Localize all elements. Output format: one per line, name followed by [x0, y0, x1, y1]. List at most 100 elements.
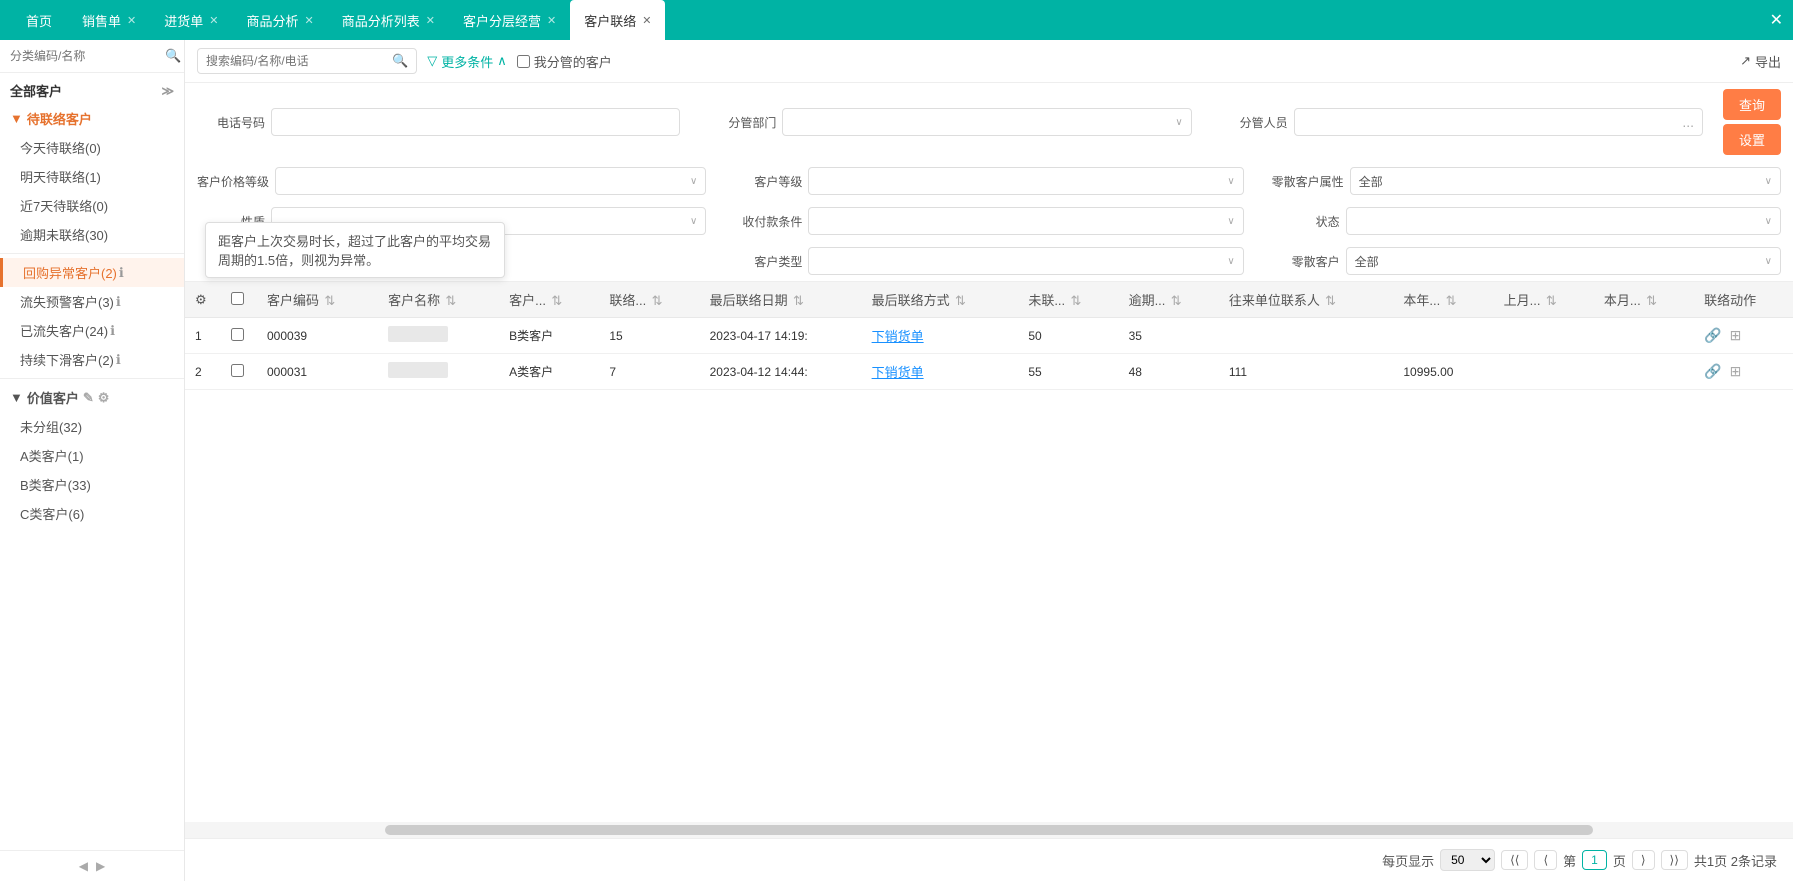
row1-checkbox[interactable] — [221, 318, 257, 354]
per-page-select[interactable]: 50 100 200 — [1440, 849, 1495, 871]
nav-tab-customer-mgmt[interactable]: 客户分层经营 ✕ — [449, 0, 570, 40]
scatter-attr-select[interactable]: 全部 ∨ — [1350, 167, 1781, 195]
col-last-contact-date[interactable]: 最后联络日期 ⇅ — [700, 282, 862, 318]
sort-last-contact-method-icon[interactable]: ⇅ — [955, 293, 966, 308]
close-tab-analysis-list[interactable]: ✕ — [426, 14, 435, 27]
row2-last-method[interactable]: 下销货单 — [862, 354, 1019, 390]
nav-home[interactable]: 首页 — [10, 0, 68, 40]
close-tab-purchase[interactable]: ✕ — [209, 14, 218, 27]
sidebar-item-class-a[interactable]: A类客户(1) — [0, 441, 184, 470]
sidebar-item-lost-customers[interactable]: 已流失客户(24) ℹ — [0, 316, 184, 345]
customer-level-select[interactable]: ∨ — [808, 167, 1243, 195]
first-page-button[interactable]: ⟨⟨ — [1501, 850, 1528, 870]
col-last-month[interactable]: 上月... ⇅ — [1494, 282, 1594, 318]
col-customer-code[interactable]: 客户编码 ⇅ — [257, 282, 378, 318]
col-settings[interactable]: ⚙ — [185, 282, 221, 318]
col-contact-count[interactable]: 联络... ⇅ — [599, 282, 699, 318]
row1-last-method[interactable]: 下销货单 — [862, 318, 1019, 354]
price-level-select[interactable]: ∨ — [275, 167, 706, 195]
sidebar-item-today[interactable]: 今天待联络(0) — [0, 133, 184, 162]
sidebar-item-week[interactable]: 近7天待联络(0) — [0, 191, 184, 220]
more-conditions-button[interactable]: ▽ 更多条件 ∧ — [427, 52, 507, 71]
sidebar-item-class-c[interactable]: C类客户(6) — [0, 499, 184, 528]
export-button[interactable]: ↗ 导出 — [1740, 52, 1781, 71]
col-this-month[interactable]: 本月... ⇅ — [1594, 282, 1694, 318]
row2-checkbox[interactable] — [221, 354, 257, 390]
close-tab-customer-contact[interactable]: ✕ — [642, 14, 651, 27]
row1-link-icon[interactable]: 🔗 — [1704, 327, 1721, 344]
row1-checkbox-input[interactable] — [231, 328, 244, 341]
row2-link-icon[interactable]: 🔗 — [1704, 363, 1721, 380]
nav-tab-purchase[interactable]: 进货单 ✕ — [150, 0, 232, 40]
nav-tab-customer-contact[interactable]: 客户联络 ✕ — [570, 0, 665, 40]
lost-customers-info-icon[interactable]: ℹ — [110, 323, 115, 339]
sort-overdue-icon[interactable]: ⇅ — [1171, 293, 1182, 308]
sort-customer-level-icon[interactable]: ⇅ — [551, 293, 562, 308]
sidebar-item-declining[interactable]: 持续下滑客户(2) ℹ — [0, 345, 184, 374]
scatter-customer-select[interactable]: 全部 ∨ — [1346, 247, 1781, 275]
nav-tab-sales[interactable]: 销售单 ✕ — [68, 0, 150, 40]
close-tab-sales[interactable]: ✕ — [127, 14, 136, 27]
sidebar-group-pending[interactable]: ▼ 待联络客户 — [0, 104, 184, 133]
sort-customer-name-icon[interactable]: ⇅ — [445, 293, 456, 308]
horizontal-scrollbar[interactable] — [385, 825, 1593, 835]
value-group-settings-icon[interactable]: ⚙ — [98, 390, 110, 406]
phone-input[interactable] — [271, 108, 680, 136]
current-page-display[interactable]: 1 — [1582, 850, 1607, 870]
declining-info-icon[interactable]: ℹ — [116, 352, 121, 368]
table-settings-icon[interactable]: ⚙ — [195, 292, 207, 307]
sidebar-item-churn-warning[interactable]: 流失预警客户(3) ℹ — [0, 287, 184, 316]
sort-last-contact-date-icon[interactable]: ⇅ — [793, 293, 804, 308]
sort-this-month-icon[interactable]: ⇅ — [1646, 293, 1657, 308]
sidebar-prev-page[interactable]: ◀ — [79, 859, 88, 873]
col-last-contact-method[interactable]: 最后联络方式 ⇅ — [862, 282, 1019, 318]
sort-this-year-icon[interactable]: ⇅ — [1446, 293, 1457, 308]
search-input[interactable] — [206, 54, 386, 68]
search-icon[interactable]: 🔍 — [392, 53, 408, 69]
col-contact-person[interactable]: 往来单位联系人 ⇅ — [1219, 282, 1394, 318]
sidebar-search-icon[interactable]: 🔍 — [165, 48, 181, 64]
close-tab-customer-mgmt[interactable]: ✕ — [547, 14, 556, 27]
close-tab-analysis[interactable]: ✕ — [305, 14, 314, 27]
query-button[interactable]: 查询 — [1723, 89, 1781, 120]
row1-grid-icon[interactable]: ⊞ — [1730, 327, 1742, 344]
repurchase-info-icon[interactable]: ℹ — [119, 265, 124, 281]
manager-dots[interactable]: ... — [1682, 114, 1694, 130]
col-this-year[interactable]: 本年... ⇅ — [1393, 282, 1493, 318]
col-customer-level[interactable]: 客户... ⇅ — [499, 282, 599, 318]
sort-unread-icon[interactable]: ⇅ — [1071, 293, 1082, 308]
sort-last-month-icon[interactable]: ⇅ — [1546, 293, 1557, 308]
churn-warning-info-icon[interactable]: ℹ — [116, 294, 121, 310]
row1-method-link[interactable]: 下销货单 — [872, 329, 924, 344]
sort-contact-count-icon[interactable]: ⇅ — [652, 293, 663, 308]
customer-type-select[interactable]: ∨ — [808, 247, 1243, 275]
sidebar-item-ungrouped[interactable]: 未分组(32) — [0, 412, 184, 441]
sidebar-item-tomorrow[interactable]: 明天待联络(1) — [0, 162, 184, 191]
sidebar-collapse-button[interactable]: ≫ — [161, 84, 174, 98]
dept-select[interactable]: ∨ — [782, 108, 1191, 136]
col-overdue[interactable]: 逾期... ⇅ — [1119, 282, 1219, 318]
status-select[interactable]: ∨ — [1346, 207, 1781, 235]
my-customers-checkbox-area[interactable]: 我分管的客户 — [517, 52, 612, 71]
my-customers-checkbox[interactable] — [517, 55, 530, 68]
col-checkbox-header[interactable] — [221, 282, 257, 318]
row2-grid-icon[interactable]: ⊞ — [1730, 363, 1742, 380]
value-group-edit-icon[interactable]: ✎ — [83, 390, 94, 406]
sidebar-item-class-b[interactable]: B类客户(33) — [0, 470, 184, 499]
window-close-button[interactable]: ✕ — [1770, 10, 1783, 30]
sidebar-item-overdue[interactable]: 逾期未联络(30) — [0, 220, 184, 249]
payment-select[interactable]: ∨ — [808, 207, 1243, 235]
sidebar-next-page[interactable]: ▶ — [96, 859, 105, 873]
sidebar-search-input[interactable] — [10, 49, 165, 63]
sort-customer-code-icon[interactable]: ⇅ — [324, 293, 335, 308]
sidebar-value-group[interactable]: ▼ 价值客户 ✎ ⚙ — [0, 383, 184, 412]
sort-contact-person-icon[interactable]: ⇅ — [1325, 293, 1336, 308]
prev-page-button[interactable]: ⟨ — [1534, 850, 1557, 870]
sidebar-item-repurchase-abnormal[interactable]: 回购异常客户(2) ℹ — [0, 258, 184, 287]
col-customer-name[interactable]: 客户名称 ⇅ — [378, 282, 499, 318]
col-unread[interactable]: 未联... ⇅ — [1018, 282, 1118, 318]
nav-tab-analysis[interactable]: 商品分析 ✕ — [232, 0, 327, 40]
last-page-button[interactable]: ⟩⟩ — [1661, 850, 1688, 870]
select-all-checkbox[interactable] — [231, 292, 244, 305]
nav-tab-analysis-list[interactable]: 商品分析列表 ✕ — [328, 0, 449, 40]
